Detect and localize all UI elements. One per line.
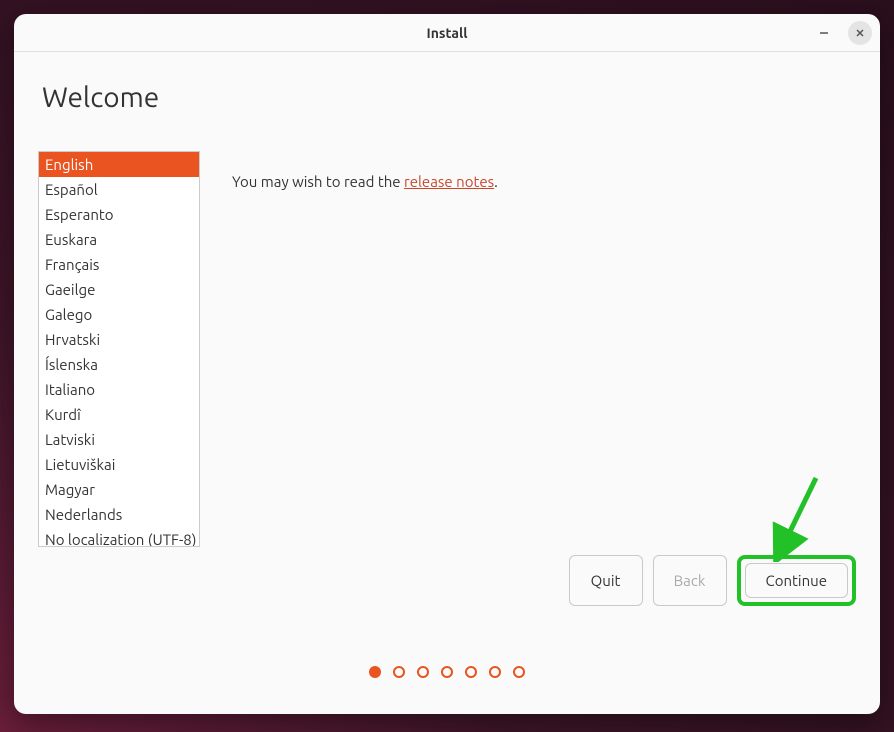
release-notes-link[interactable]: release notes [404, 173, 494, 190]
info-prefix: You may wish to read the [232, 173, 404, 190]
language-item[interactable]: Hrvatski [39, 327, 199, 352]
language-item[interactable]: Italiano [39, 377, 199, 402]
titlebar: Install [14, 14, 880, 52]
language-item[interactable]: Nederlands [39, 502, 199, 527]
language-item[interactable]: Euskara [39, 227, 199, 252]
page-heading: Welcome [42, 82, 856, 113]
main-row: EnglishEspañolEsperantoEuskaraFrançaisGa… [38, 151, 856, 547]
window-title: Install [427, 25, 468, 41]
progress-dot [369, 666, 381, 678]
language-item[interactable]: Español [39, 177, 199, 202]
language-item[interactable]: Magyar [39, 477, 199, 502]
window-controls [812, 21, 872, 45]
language-list[interactable]: EnglishEspañolEsperantoEuskaraFrançaisGa… [38, 151, 200, 547]
language-item[interactable]: No localization (UTF-8) [39, 527, 199, 547]
progress-dot [441, 666, 453, 678]
progress-dot [393, 666, 405, 678]
language-item[interactable]: Lietuviškai [39, 452, 199, 477]
button-row: Quit Back Continue [569, 555, 856, 606]
language-item[interactable]: Íslenska [39, 352, 199, 377]
language-item[interactable]: Galego [39, 302, 199, 327]
progress-dot [513, 666, 525, 678]
progress-dots [369, 666, 525, 678]
continue-button[interactable]: Continue [745, 563, 848, 598]
language-item[interactable]: Latviski [39, 427, 199, 452]
language-item[interactable]: Esperanto [39, 202, 199, 227]
content-area: Welcome EnglishEspañolEsperantoEuskaraFr… [14, 52, 880, 714]
back-button[interactable]: Back [653, 555, 727, 606]
progress-dot [417, 666, 429, 678]
continue-highlight: Continue [737, 555, 856, 606]
close-button[interactable] [848, 21, 872, 45]
quit-button[interactable]: Quit [569, 555, 643, 606]
info-suffix: . [494, 173, 498, 190]
language-item[interactable]: Kurdî [39, 402, 199, 427]
progress-dot [465, 666, 477, 678]
installer-window: Install Welcome EnglishEspañolEsperantoE… [14, 14, 880, 714]
minimize-button[interactable] [812, 21, 836, 45]
progress-dot [489, 666, 501, 678]
language-item[interactable]: English [39, 152, 199, 177]
info-pane: You may wish to read the release notes. [232, 151, 856, 547]
language-item[interactable]: Français [39, 252, 199, 277]
language-item[interactable]: Gaeilge [39, 277, 199, 302]
